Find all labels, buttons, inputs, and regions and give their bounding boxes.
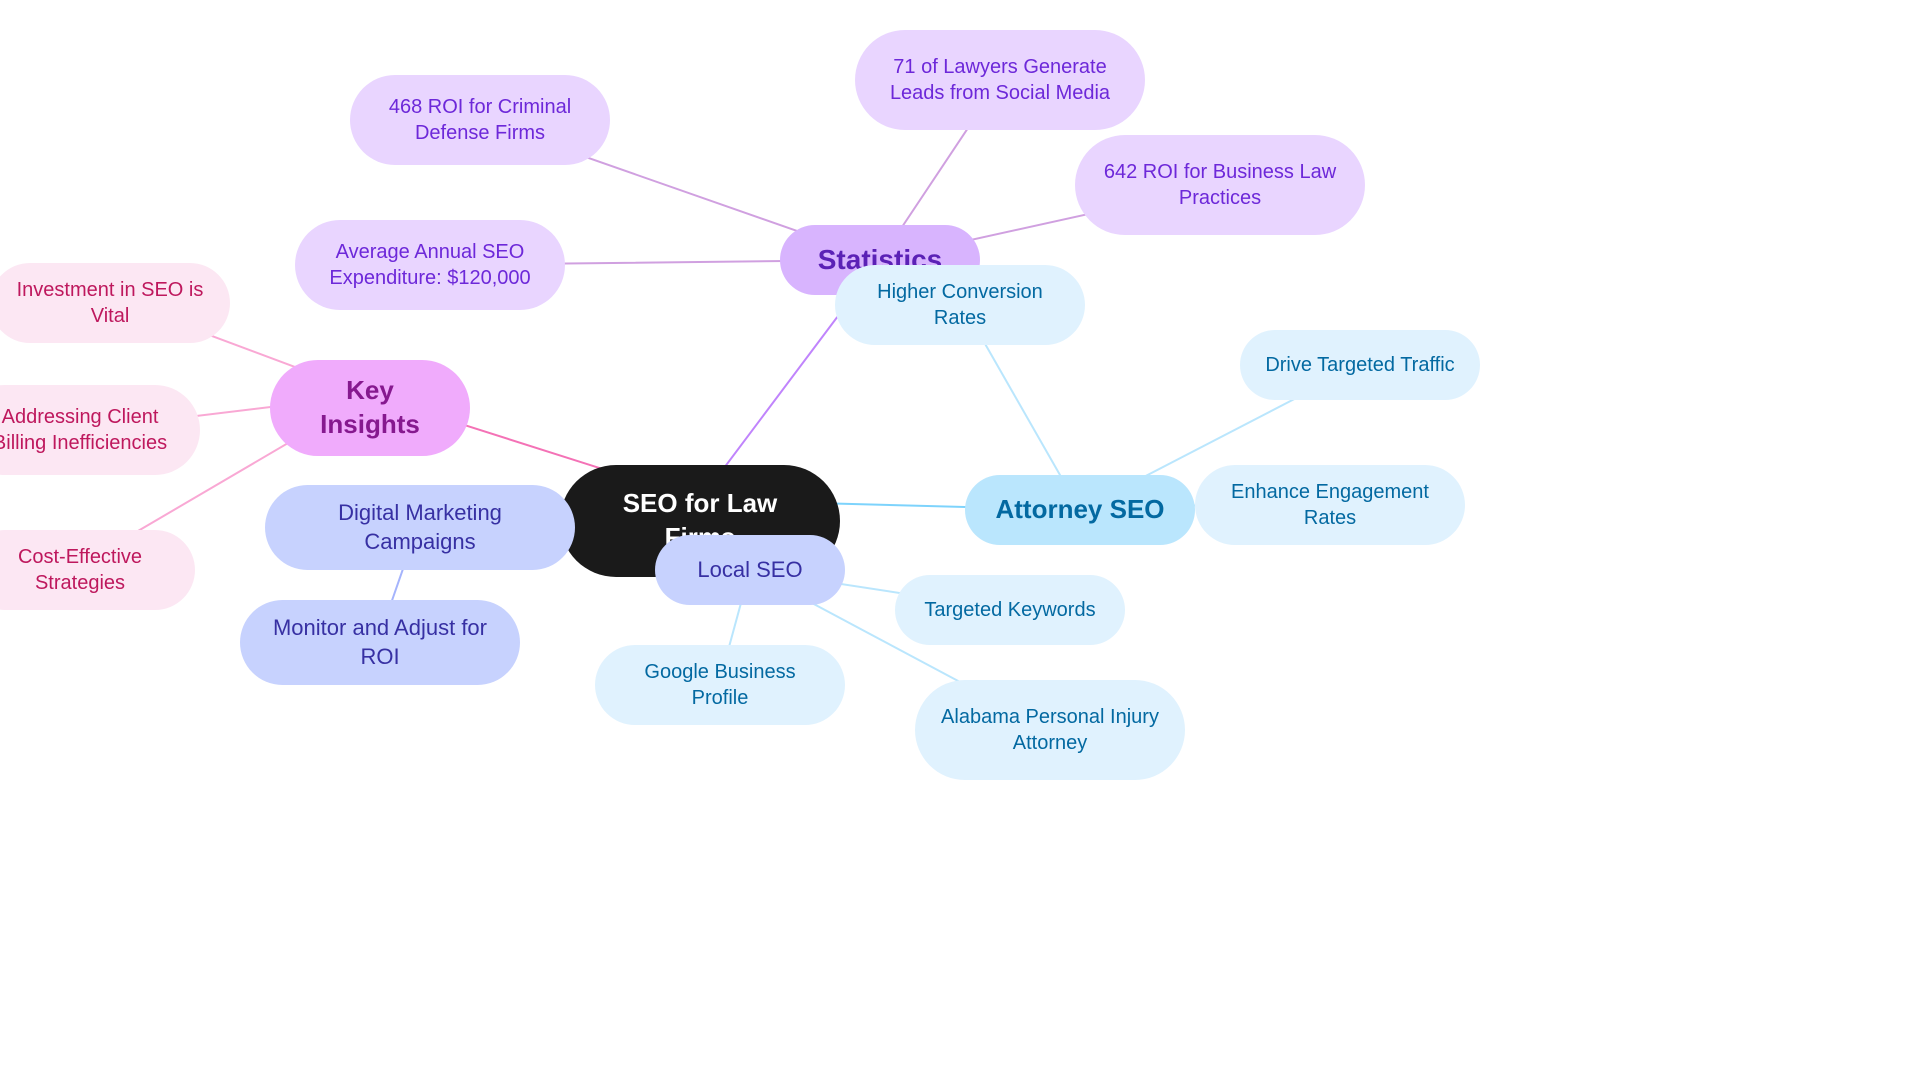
stat-child-3[interactable]: Average Annual SEO Expenditure: $120,000 xyxy=(295,220,565,310)
stat-child-0[interactable]: 71 of Lawyers Generate Leads from Social… xyxy=(855,30,1145,130)
stat-child-2[interactable]: 468 ROI for Criminal Defense Firms xyxy=(350,75,610,165)
stat-child-2-label: 468 ROI for Criminal Defense Firms xyxy=(374,94,586,146)
seo-child-2[interactable]: Enhance Engagement Rates xyxy=(1195,465,1465,545)
local-seo-label: Local SEO xyxy=(697,556,802,585)
monitor-adjust-label: Monitor and Adjust for ROI xyxy=(264,614,496,671)
key-insights-label: Key Insights xyxy=(294,374,446,442)
seo-child-2-label: Enhance Engagement Rates xyxy=(1219,479,1441,531)
digital-marketing-label: Digital Marketing Campaigns xyxy=(289,499,551,556)
insight-child-2-label: Cost-Effective Strategies xyxy=(0,544,171,596)
local-seo-node[interactable]: Local SEO xyxy=(655,535,845,605)
local-seo-child-2-label: Alabama Personal Injury Attorney xyxy=(939,704,1161,756)
insight-child-1[interactable]: Addressing Client Billing Inefficiencies xyxy=(0,385,200,475)
seo-child-1[interactable]: Drive Targeted Traffic xyxy=(1240,330,1480,400)
insight-child-0[interactable]: Investment in SEO is Vital xyxy=(0,263,230,343)
local-seo-child-2[interactable]: Alabama Personal Injury Attorney xyxy=(915,680,1185,780)
stat-child-1-label: 642 ROI for Business Law Practices xyxy=(1099,159,1341,211)
local-seo-child-1[interactable]: Targeted Keywords xyxy=(895,575,1125,645)
stat-child-1[interactable]: 642 ROI for Business Law Practices xyxy=(1075,135,1365,235)
insight-child-0-label: Investment in SEO is Vital xyxy=(14,277,206,329)
insight-child-1-label: Addressing Client Billing Inefficiencies xyxy=(0,404,176,456)
key-insights-node[interactable]: Key Insights xyxy=(270,360,470,456)
mindmap-container: SEO for Law Firms Statistics 71 of Lawye… xyxy=(0,0,1920,1083)
attorney-seo-label: Attorney SEO xyxy=(995,493,1164,527)
local-seo-child-0[interactable]: Google Business Profile xyxy=(595,645,845,725)
stat-child-3-label: Average Annual SEO Expenditure: $120,000 xyxy=(319,239,541,291)
attorney-seo-node[interactable]: Attorney SEO xyxy=(965,475,1195,545)
local-seo-child-1-label: Targeted Keywords xyxy=(924,597,1095,623)
digital-marketing-node[interactable]: Digital Marketing Campaigns xyxy=(265,485,575,570)
monitor-adjust-node[interactable]: Monitor and Adjust for ROI xyxy=(240,600,520,685)
insight-child-2[interactable]: Cost-Effective Strategies xyxy=(0,530,195,610)
seo-child-1-label: Drive Targeted Traffic xyxy=(1265,352,1454,378)
seo-child-0-label: Higher Conversion Rates xyxy=(859,279,1061,331)
stat-child-0-label: 71 of Lawyers Generate Leads from Social… xyxy=(879,54,1121,106)
seo-child-0[interactable]: Higher Conversion Rates xyxy=(835,265,1085,345)
local-seo-child-0-label: Google Business Profile xyxy=(619,659,821,711)
